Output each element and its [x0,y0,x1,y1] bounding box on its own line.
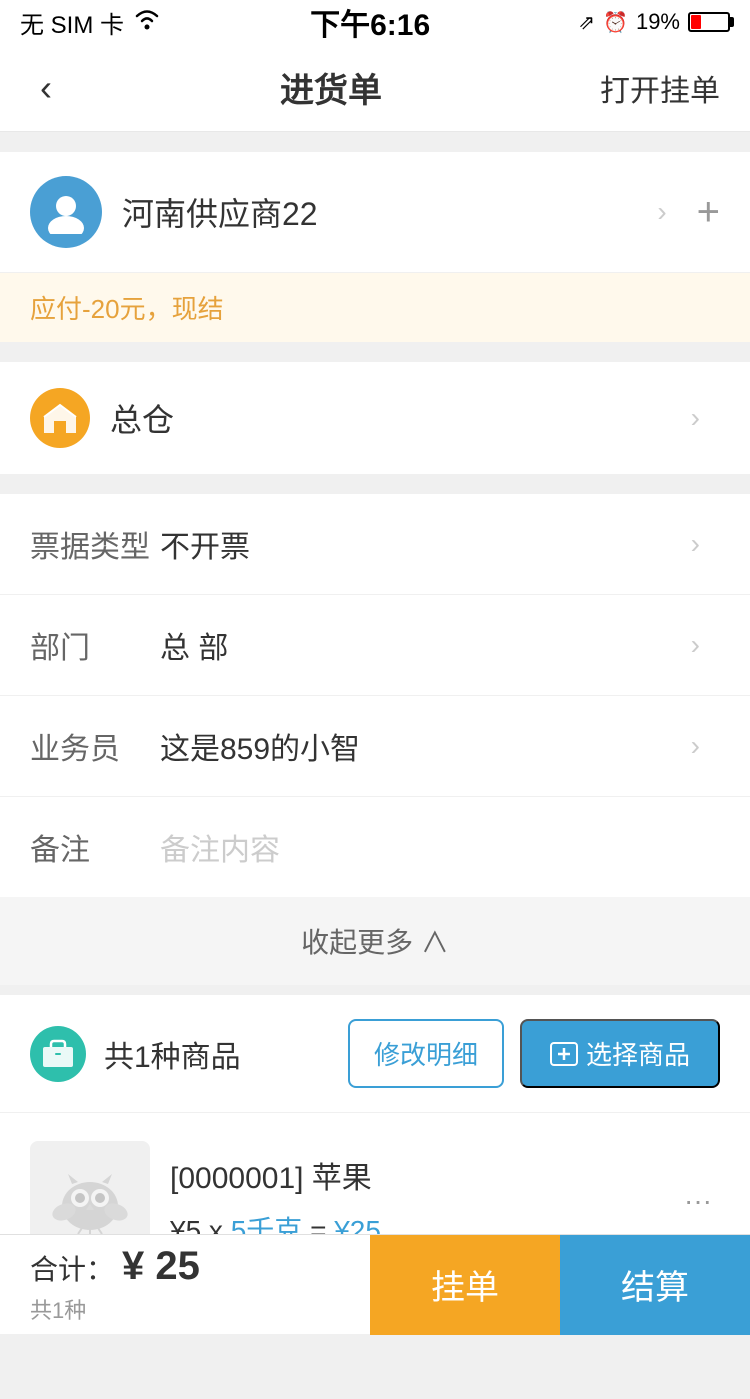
warehouse-chevron-icon: › [691,402,700,434]
total-count: 共1种 [30,1293,340,1325]
total-amount: ¥ 25 [122,1244,200,1289]
alarm-icon: ⏰ [603,10,628,35]
form-card: 票据类型 不开票 › 部门 总 部 › 业务员 这是859的小智 › 备注 备注… [0,494,750,897]
warehouse-name: 总仓 [110,395,691,441]
supplier-notice: 应付-20元，现结 [0,273,750,342]
open-hang-button[interactable]: 打开挂单 [600,66,720,110]
products-icon [30,1026,86,1082]
supplier-avatar [30,176,102,248]
total-label: 合计： ¥ 25 [30,1244,340,1289]
status-right: ⇗ ⏰ 19% [578,9,730,35]
section-gap-1 [0,132,750,152]
supplier-row: 河南供应商22 › + [0,152,750,273]
ticket-label: 票据类型 [30,522,150,566]
status-bar: 无 SIM 卡 下午6:16 ⇗ ⏰ 19% [0,0,750,44]
department-chevron-icon: › [691,629,700,661]
select-product-label: 选择商品 [586,1035,690,1072]
carrier-label: 无 SIM 卡 [20,5,124,40]
add-supplier-button[interactable]: + [697,190,720,235]
salesperson-value: 这是859的小智 [160,724,691,768]
form-row-ticket[interactable]: 票据类型 不开票 › [0,494,750,595]
status-left: 无 SIM 卡 [20,5,162,40]
collapse-row[interactable]: 收起更多 ∧ [0,897,750,985]
wifi-icon [132,8,162,37]
products-header: 共1种商品 修改明细 选择商品 [0,995,750,1113]
department-label: 部门 [30,623,150,667]
nav-bar: ‹ 进货单 打开挂单 [0,44,750,132]
department-value: 总 部 [160,623,691,667]
supplier-chevron-icon: › [657,196,666,228]
section-gap-3 [0,474,750,494]
product-code: [0000001] 苹果 [170,1162,372,1195]
total-section: 合计： ¥ 25 共1种 [0,1244,370,1325]
total-text: 合计： [30,1248,114,1288]
checkout-button[interactable]: 结算 [560,1235,750,1335]
select-product-button[interactable]: 选择商品 [520,1019,720,1088]
section-gap-4 [0,985,750,993]
location-icon: ⇗ [578,10,595,35]
form-row-salesperson[interactable]: 业务员 这是859的小智 › [0,696,750,797]
edit-detail-button[interactable]: 修改明细 [348,1019,504,1088]
ticket-chevron-icon: › [691,528,700,560]
supplier-name[interactable]: 河南供应商22 [122,189,657,235]
owl-logo [50,1166,130,1236]
hang-button[interactable]: 挂单 [370,1235,560,1335]
form-row-remark[interactable]: 备注 备注内容 [0,797,750,897]
warehouse-row[interactable]: 总仓 › [0,362,750,474]
bottom-bar: 合计： ¥ 25 共1种 挂单 结算 [0,1234,750,1334]
salesperson-chevron-icon: › [691,730,700,762]
salesperson-label: 业务员 [30,724,150,768]
supplier-card: 河南供应商22 › + 应付-20元，现结 [0,152,750,342]
form-row-department[interactable]: 部门 总 部 › [0,595,750,696]
warehouse-icon [30,388,90,448]
status-time: 下午6:16 [310,0,430,44]
back-button[interactable]: ‹ [30,57,62,119]
products-count: 共1种商品 [104,1032,348,1076]
page-title: 进货单 [280,63,382,112]
battery-percent: 19% [636,9,680,35]
ticket-value: 不开票 [160,522,691,566]
product-name: [0000001] 苹果 [170,1153,656,1197]
battery-icon [688,12,730,32]
remark-label: 备注 [30,825,150,869]
product-more-button[interactable]: ··· [676,1177,720,1225]
section-gap-2 [0,342,750,362]
remark-placeholder[interactable]: 备注内容 [160,825,720,869]
warehouse-card[interactable]: 总仓 › [0,362,750,474]
collapse-label: 收起更多 ∧ [301,921,449,961]
